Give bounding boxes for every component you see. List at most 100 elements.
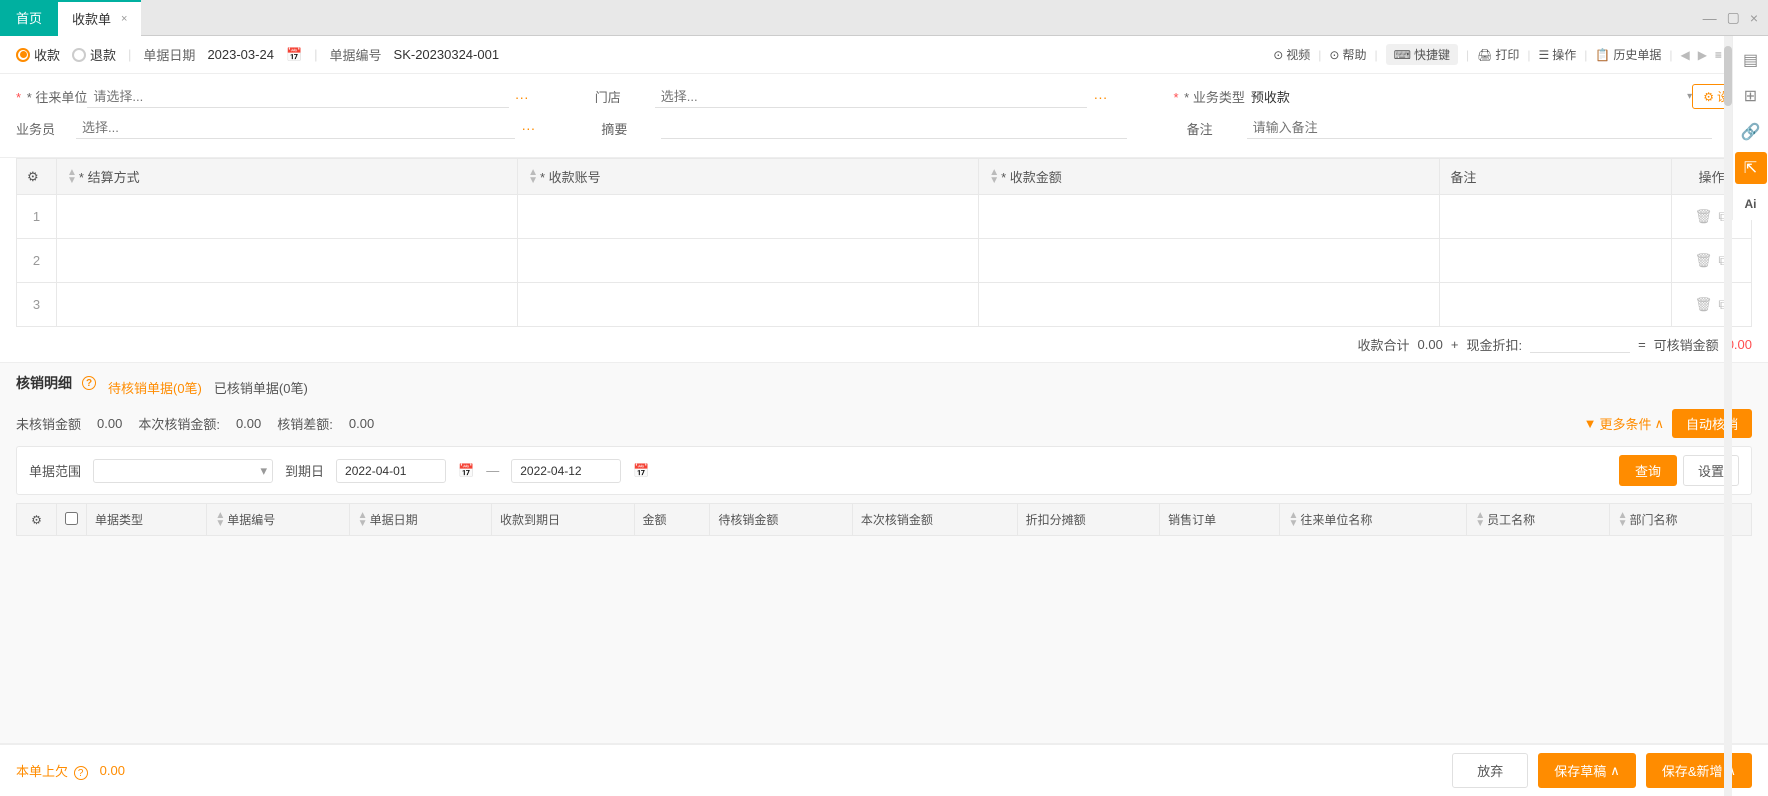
row3-payment[interactable] — [57, 283, 518, 327]
video-btn[interactable]: ⊙ 视频 — [1273, 46, 1310, 63]
recon-partner-header: ▲▼ 往来单位名称 — [1280, 504, 1467, 536]
row2-account[interactable] — [518, 239, 979, 283]
date-to-input[interactable] — [511, 459, 621, 483]
recon-staff-header: ▲▼ 员工名称 — [1467, 504, 1609, 536]
staff-more-btn[interactable]: ··· — [515, 120, 541, 136]
help-btn[interactable]: ⊙ 帮助 — [1329, 46, 1366, 63]
scroll-thumb[interactable] — [1724, 46, 1732, 106]
right-icon-link[interactable]: 🔗 — [1735, 116, 1767, 148]
nav-next-icon[interactable]: ▶ — [1698, 48, 1707, 62]
form-section: * * 往来单位 ··· 门店 ··· * * 业务类型 预收款 — [0, 74, 1768, 158]
recon-due-header: 收款到期日 — [492, 504, 635, 536]
save-new-btn[interactable]: 保存&新增 ∧ — [1646, 753, 1752, 788]
radio-refund-label: 退款 — [90, 45, 116, 64]
date-from-input[interactable] — [336, 459, 446, 483]
tab-home[interactable]: 首页 — [0, 0, 58, 36]
recon-amount-header: 金额 — [634, 504, 710, 536]
col-amount-header: ▲▼ * 收款金额 — [979, 159, 1440, 195]
query-btn[interactable]: 查询 — [1619, 455, 1677, 486]
table-gear-header[interactable]: ⚙ — [17, 159, 57, 195]
calc-row: 收款合计 0.00 + 现金折扣: = 可核销金额 0.00 — [0, 327, 1768, 363]
staff-input[interactable] — [76, 117, 515, 139]
tab-receipt-label: 收款单 — [72, 9, 111, 28]
table-section: ⚙ ▲▼ * 结算方式 ▲▼ * 收款账号 — [0, 158, 1768, 327]
remark-label: 备注 — [1187, 119, 1247, 138]
date-calendar-icon[interactable]: 📅 — [286, 47, 302, 63]
radio-receipt-dot — [16, 48, 30, 62]
tab-close-icon[interactable]: × — [121, 13, 127, 25]
date-to-calendar-icon[interactable]: 📅 — [633, 463, 649, 479]
right-icon-table[interactable]: ▤ — [1735, 44, 1767, 76]
row1-remark[interactable] — [1440, 195, 1672, 239]
right-icon-grid[interactable]: ⊞ — [1735, 80, 1767, 112]
more-conditions-btn[interactable]: ▼ 更多条件 ∧ — [1584, 414, 1664, 433]
partner-more-btn[interactable]: ··· — [509, 89, 535, 105]
row3-delete-icon[interactable]: 🗑 — [1695, 296, 1713, 313]
radio-receipt[interactable]: 收款 — [16, 45, 60, 64]
prev-info-icon[interactable]: ? — [74, 766, 88, 780]
remark-field: 备注 — [1187, 117, 1712, 139]
row1-amount[interactable] — [979, 195, 1440, 239]
tab-done[interactable]: 已核销单据(0笔) — [214, 378, 308, 397]
row-num-3: 3 — [17, 283, 57, 327]
partner-input[interactable] — [87, 86, 508, 108]
number-value: SK-20230324-001 — [394, 47, 500, 62]
receipt-type-group: 收款 退款 — [16, 45, 116, 64]
window-restore-icon[interactable]: ▢ — [1727, 9, 1740, 26]
recon-gear-header[interactable]: ⚙ — [17, 504, 57, 536]
bottom-bar: 本单上欠 ? 0.00 放弃 保存草稿 ∧ 保存&新增 ∧ — [0, 743, 1768, 796]
save-draft-arrow[interactable]: ∧ — [1610, 763, 1620, 779]
actions-btn[interactable]: ☰ 操作 — [1538, 46, 1576, 63]
radio-refund[interactable]: 退款 — [72, 45, 116, 64]
uncancelled-label: 未核销金额 — [16, 414, 81, 433]
list-view-icon[interactable]: ≡ — [1715, 48, 1722, 62]
scrollbar[interactable] — [1724, 36, 1732, 796]
discount-input[interactable] — [1530, 337, 1630, 353]
nav-prev-icon[interactable]: ◀ — [1680, 48, 1689, 62]
form-row-1: * * 往来单位 ··· 门店 ··· * * 业务类型 预收款 — [16, 84, 1752, 109]
summary-input[interactable] — [661, 117, 1126, 139]
uncancelled-value: 0.00 — [97, 416, 122, 431]
range-select[interactable] — [93, 459, 273, 483]
shop-input[interactable] — [655, 86, 1088, 108]
tab-receipt[interactable]: 收款单 × — [58, 0, 141, 36]
shortcut-btn[interactable]: ⌨ 快捷键 — [1386, 44, 1458, 65]
tab-pending[interactable]: 待核销单据(0笔) — [108, 378, 202, 397]
shop-field: 门店 ··· — [595, 86, 1114, 108]
row2-amount[interactable] — [979, 239, 1440, 283]
row2-payment[interactable] — [57, 239, 518, 283]
recon-title: 核销明细 ? — [16, 373, 96, 393]
save-draft-btn[interactable]: 保存草稿 ∧ — [1538, 753, 1636, 788]
ai-icon[interactable]: Ai — [1735, 188, 1767, 220]
row3-amount[interactable] — [979, 283, 1440, 327]
shop-more-btn[interactable]: ··· — [1087, 89, 1113, 105]
auto-recon-btn[interactable]: 自动核销 — [1672, 409, 1752, 438]
row3-account[interactable] — [518, 283, 979, 327]
business-type-field: * * 业务类型 预收款 ▾ — [1173, 84, 1692, 109]
remark-input[interactable] — [1247, 117, 1712, 139]
abandon-btn[interactable]: 放弃 — [1452, 753, 1528, 788]
window-minimize-icon[interactable]: — — [1703, 10, 1717, 26]
sep2: | — [314, 47, 317, 62]
row2-delete-icon[interactable]: 🗑 — [1695, 252, 1713, 269]
recon-select-all[interactable] — [65, 512, 78, 525]
col-payment-header: ▲▼ * 结算方式 — [57, 159, 518, 195]
date-from-calendar-icon[interactable]: 📅 — [458, 463, 474, 479]
row2-remark[interactable] — [1440, 239, 1672, 283]
row1-payment[interactable] — [57, 195, 518, 239]
row1-account[interactable] — [518, 195, 979, 239]
date-value: 2023-03-24 — [207, 47, 274, 62]
print-btn[interactable]: 🖨 打印 — [1477, 46, 1519, 63]
radio-refund-dot — [72, 48, 86, 62]
right-icon-expand[interactable]: ⇱ — [1735, 152, 1767, 184]
toolbar-right: ⊙ 视频 | ⊙ 帮助 | ⌨ 快捷键 | 🖨 打印 | ☰ 操作 | 📋 历史… — [1273, 44, 1752, 65]
staff-field: 业务员 ··· — [16, 117, 541, 139]
row3-remark[interactable] — [1440, 283, 1672, 327]
row1-delete-icon[interactable]: 🗑 — [1695, 208, 1713, 225]
recon-info-icon[interactable]: ? — [82, 376, 96, 390]
summary-field: 摘要 — [601, 117, 1126, 139]
window-close-icon[interactable]: × — [1750, 10, 1758, 26]
recon-discount-header: 折扣分摊额 — [1017, 504, 1160, 536]
receipt-table: ⚙ ▲▼ * 结算方式 ▲▼ * 收款账号 — [16, 158, 1752, 327]
history-btn[interactable]: 📋 历史单据 — [1595, 46, 1661, 63]
